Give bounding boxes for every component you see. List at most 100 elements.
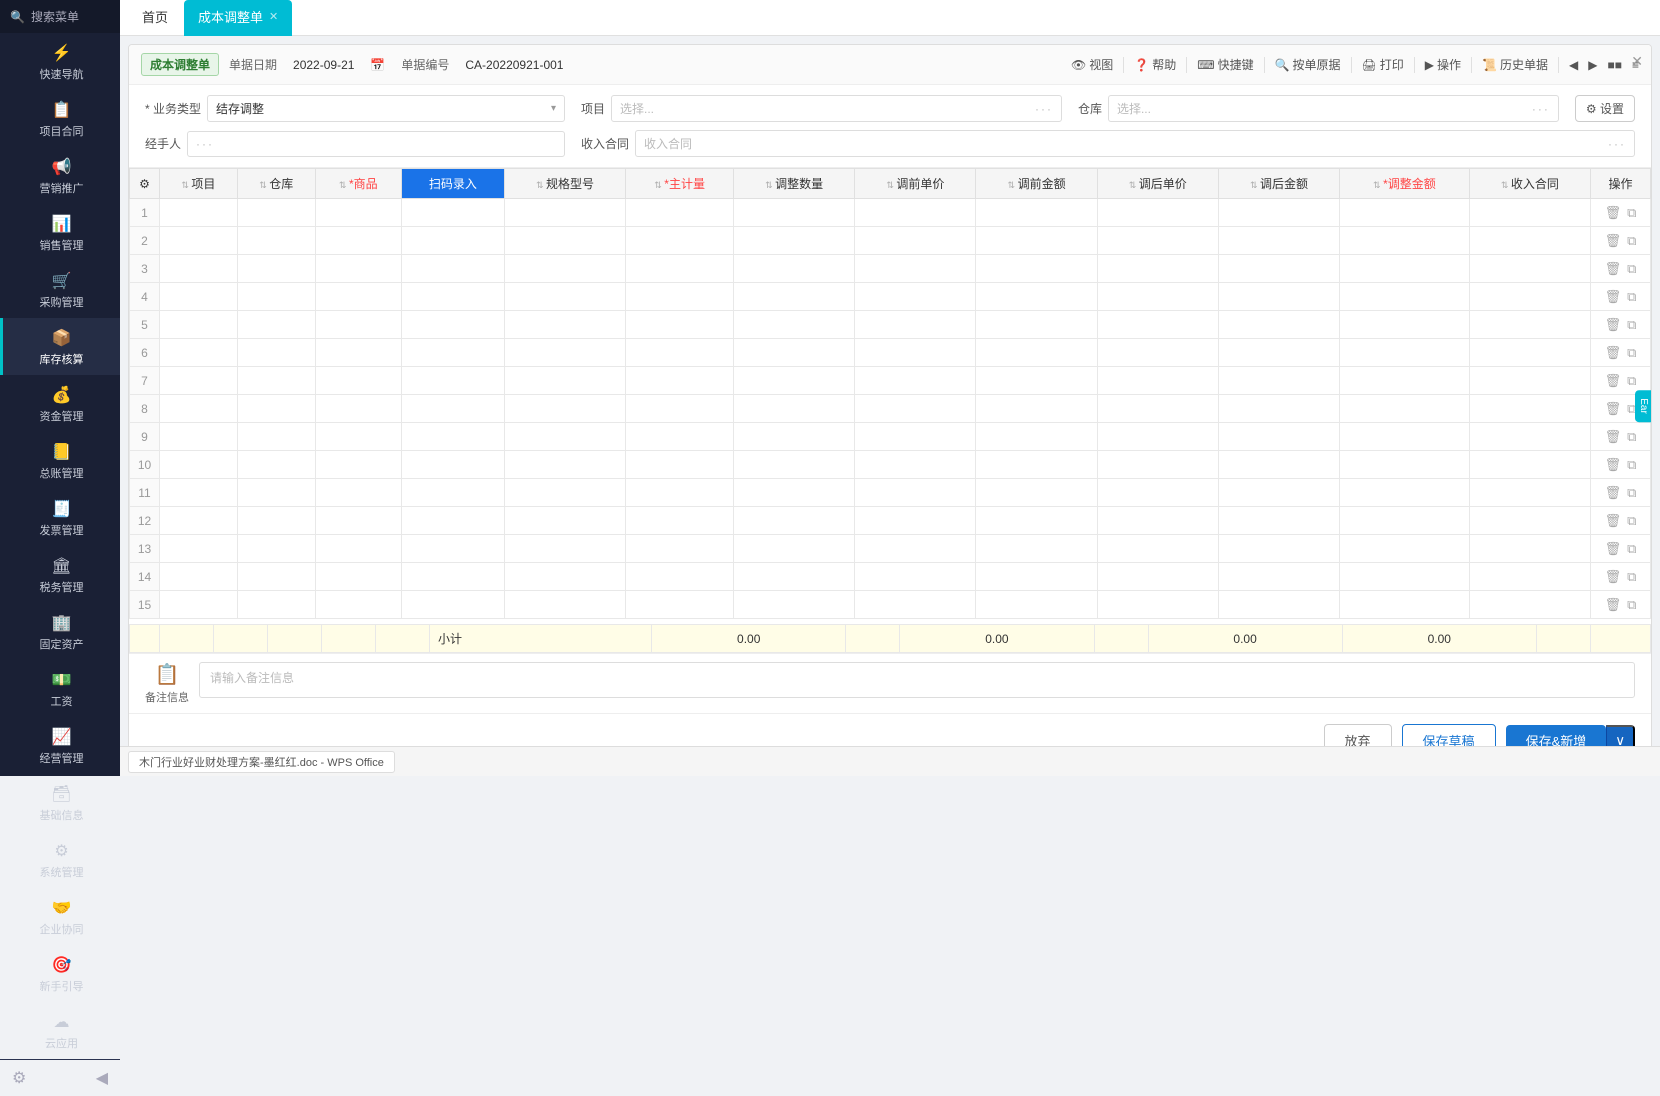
- cell-11[interactable]: [1340, 451, 1470, 479]
- cell-11[interactable]: [1340, 591, 1470, 619]
- cell-3[interactable]: [401, 283, 504, 311]
- sidebar-item-cloud-app[interactable]: ☁ 云应用: [0, 1002, 120, 1059]
- cell-2[interactable]: [315, 339, 401, 367]
- cell-3[interactable]: [401, 367, 504, 395]
- delete-icon[interactable]: 🗑: [1605, 317, 1622, 333]
- cell-6[interactable]: [734, 563, 855, 591]
- cell-4[interactable]: [504, 451, 625, 479]
- copy-icon[interactable]: ⧉: [1627, 513, 1636, 529]
- cell-9[interactable]: [1097, 507, 1218, 535]
- cell-5[interactable]: [626, 227, 734, 255]
- cell-9[interactable]: [1097, 591, 1218, 619]
- cell-11[interactable]: [1340, 563, 1470, 591]
- cell-10[interactable]: [1218, 535, 1339, 563]
- cell-0[interactable]: [160, 535, 238, 563]
- sidebar-item-ledger[interactable]: 📒 总账管理: [0, 432, 120, 489]
- cell-7[interactable]: [855, 535, 976, 563]
- cell-6[interactable]: [734, 423, 855, 451]
- cell-10[interactable]: [1218, 591, 1339, 619]
- cell-4[interactable]: [504, 311, 625, 339]
- close-button[interactable]: ✕: [1631, 53, 1643, 70]
- delete-icon[interactable]: 🗑: [1605, 457, 1622, 473]
- cell-9[interactable]: [1097, 563, 1218, 591]
- cell-0[interactable]: [160, 451, 238, 479]
- cell-8[interactable]: [976, 563, 1097, 591]
- cell-1[interactable]: [237, 339, 315, 367]
- cell-12[interactable]: [1469, 367, 1590, 395]
- cell-10[interactable]: [1218, 563, 1339, 591]
- agent-input[interactable]: ···: [187, 131, 565, 157]
- col-scan[interactable]: 扫码录入: [401, 169, 504, 199]
- cell-5[interactable]: [626, 395, 734, 423]
- cell-4[interactable]: [504, 535, 625, 563]
- cell-6[interactable]: [734, 227, 855, 255]
- cell-5[interactable]: [626, 423, 734, 451]
- warehouse-dots[interactable]: ···: [1532, 102, 1550, 116]
- cell-12[interactable]: [1469, 535, 1590, 563]
- cell-3[interactable]: [401, 395, 504, 423]
- cell-7[interactable]: [855, 339, 976, 367]
- cell-6[interactable]: [734, 367, 855, 395]
- tab-close-icon[interactable]: ✕: [269, 10, 278, 23]
- delete-icon[interactable]: 🗑: [1605, 261, 1622, 277]
- cell-8[interactable]: [976, 535, 1097, 563]
- doc-date-icon[interactable]: 📅: [370, 58, 385, 72]
- cell-0[interactable]: [160, 339, 238, 367]
- cell-1[interactable]: [237, 395, 315, 423]
- copy-icon[interactable]: ⧉: [1627, 569, 1636, 585]
- copy-icon[interactable]: ⧉: [1627, 345, 1636, 361]
- cell-6[interactable]: [734, 255, 855, 283]
- copy-icon[interactable]: ⧉: [1627, 261, 1636, 277]
- cell-12[interactable]: [1469, 395, 1590, 423]
- business-type-input[interactable]: 结存调整 ▾: [207, 95, 565, 122]
- tab-home[interactable]: 首页: [128, 0, 182, 36]
- table-wrapper[interactable]: ⚙ ⇅ 项目 ⇅ 仓库 ⇅ *商品 扫码录入 ⇅ 规格型号 ⇅ *主计量 ⇅ 调…: [129, 168, 1651, 624]
- cell-9[interactable]: [1097, 227, 1218, 255]
- cell-9[interactable]: [1097, 423, 1218, 451]
- sidebar-item-payroll[interactable]: 💵 工资: [0, 660, 120, 717]
- sidebar-item-sys-settings[interactable]: ⚙ 系统管理: [0, 831, 120, 888]
- cell-6[interactable]: [734, 311, 855, 339]
- sidebar-item-project-contract[interactable]: 📋 项目合同: [0, 90, 120, 147]
- cell-7[interactable]: [855, 311, 976, 339]
- cell-9[interactable]: [1097, 199, 1218, 227]
- cell-12[interactable]: [1469, 591, 1590, 619]
- project-input[interactable]: 选择... ···: [611, 95, 1062, 122]
- cell-1[interactable]: [237, 283, 315, 311]
- delete-icon[interactable]: 🗑: [1605, 289, 1622, 305]
- cell-8[interactable]: [976, 367, 1097, 395]
- cell-2[interactable]: [315, 255, 401, 283]
- cell-3[interactable]: [401, 451, 504, 479]
- cell-5[interactable]: [626, 591, 734, 619]
- cell-11[interactable]: [1340, 507, 1470, 535]
- sidebar-item-assets[interactable]: 🏢 固定资产: [0, 603, 120, 660]
- cell-2[interactable]: [315, 479, 401, 507]
- cell-12[interactable]: [1469, 283, 1590, 311]
- cell-0[interactable]: [160, 283, 238, 311]
- cell-8[interactable]: [976, 255, 1097, 283]
- col-setting[interactable]: ⚙: [130, 169, 160, 199]
- cell-6[interactable]: [734, 283, 855, 311]
- cell-9[interactable]: [1097, 451, 1218, 479]
- sidebar-item-base-info[interactable]: 🗃 基础信息: [0, 774, 120, 831]
- cell-11[interactable]: [1340, 535, 1470, 563]
- cell-5[interactable]: [626, 255, 734, 283]
- cell-6[interactable]: [734, 451, 855, 479]
- cell-1[interactable]: [237, 367, 315, 395]
- cell-4[interactable]: [504, 507, 625, 535]
- cell-6[interactable]: [734, 395, 855, 423]
- sidebar-item-invoice[interactable]: 🧾 发票管理: [0, 489, 120, 546]
- income-contract-dots[interactable]: ···: [1608, 137, 1626, 151]
- cell-6[interactable]: [734, 479, 855, 507]
- cell-7[interactable]: [855, 367, 976, 395]
- cell-4[interactable]: [504, 339, 625, 367]
- taskbar-wps-item[interactable]: 木门行业好业财处理方案-墨红红.doc - WPS Office: [128, 751, 395, 773]
- cell-8[interactable]: [976, 479, 1097, 507]
- cell-8[interactable]: [976, 227, 1097, 255]
- cell-0[interactable]: [160, 311, 238, 339]
- copy-icon[interactable]: ⧉: [1627, 597, 1636, 613]
- notes-icon-area[interactable]: 📋 备注信息: [145, 662, 189, 705]
- view-grid-icon[interactable]: ■■: [1607, 58, 1622, 72]
- cell-7[interactable]: [855, 255, 976, 283]
- cell-5[interactable]: [626, 479, 734, 507]
